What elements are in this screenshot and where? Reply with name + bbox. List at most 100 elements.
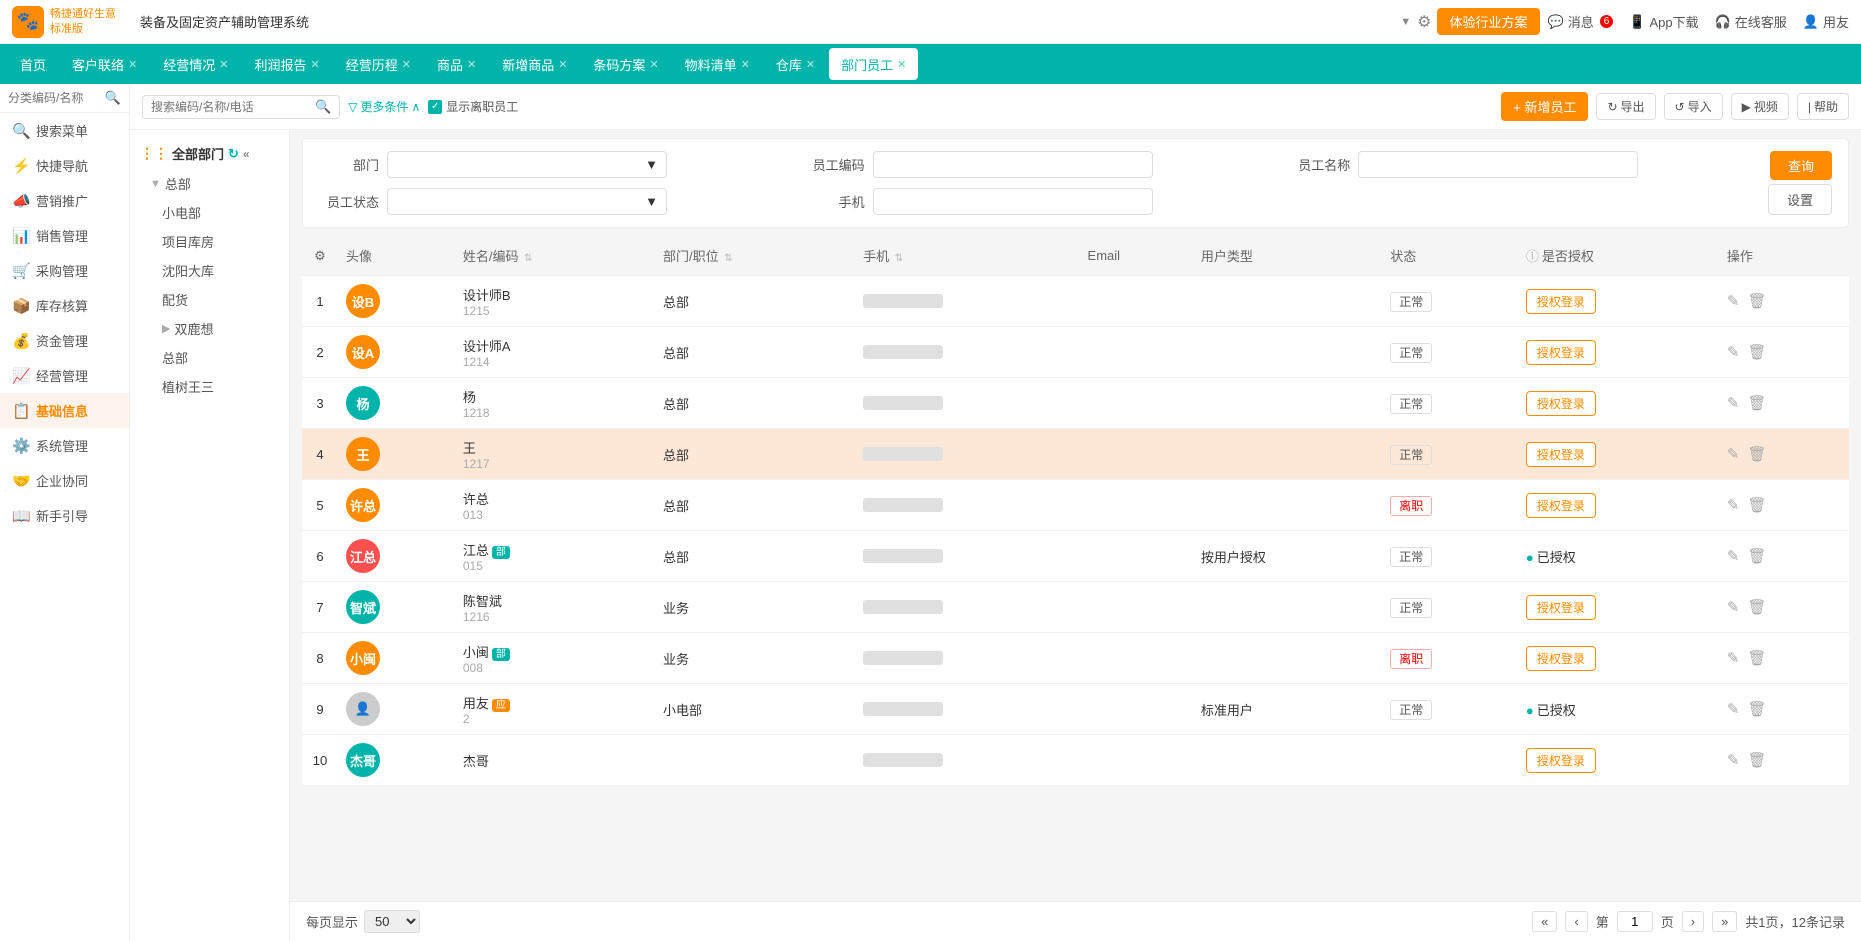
col-name[interactable]: 姓名/编码 ⇅: [455, 236, 655, 276]
edit-icon[interactable]: ✎: [1727, 496, 1740, 514]
nav-tab-home[interactable]: 首页: [8, 48, 58, 80]
delete-icon[interactable]: 🗑: [1748, 700, 1767, 718]
dept-item-headquarters[interactable]: 总部: [130, 343, 289, 372]
delete-icon[interactable]: 🗑: [1748, 394, 1767, 412]
close-icon[interactable]: ✕: [558, 58, 567, 71]
dept-item-distribution[interactable]: 配货: [130, 285, 289, 314]
nav-tab-process[interactable]: 经营历程 ✕: [334, 48, 423, 80]
app-download-item[interactable]: 📱 App下载: [1629, 12, 1698, 31]
authorize-button[interactable]: 授权登录: [1526, 646, 1596, 671]
edit-icon[interactable]: ✎: [1727, 649, 1740, 667]
close-icon[interactable]: ✕: [649, 58, 658, 71]
nav-tab-warehouse[interactable]: 仓库 ✕: [764, 48, 827, 80]
help-button[interactable]: | 帮助: [1797, 93, 1849, 120]
delete-icon[interactable]: 🗑: [1748, 343, 1767, 361]
settings-icon[interactable]: ⚙: [1417, 12, 1431, 32]
authorize-button[interactable]: 授权登录: [1526, 289, 1596, 314]
nav-tab-barcode[interactable]: 条码方案 ✕: [581, 48, 670, 80]
first-page-button[interactable]: «: [1532, 911, 1557, 932]
sidebar-item-inventory[interactable]: 📦 库存核算: [0, 288, 129, 323]
dept-item-shenyang[interactable]: 沈阳大库: [130, 256, 289, 285]
dept-item-project-store[interactable]: 项目库房: [130, 227, 289, 256]
edit-icon[interactable]: ✎: [1727, 292, 1740, 310]
dept-item-zhishu[interactable]: 植树王三: [130, 372, 289, 401]
sidebar-item-guide[interactable]: 📖 新手引导: [0, 498, 129, 533]
filter-phone-input[interactable]: [873, 188, 1153, 215]
export-button[interactable]: ↻ 导出: [1596, 93, 1655, 120]
close-icon[interactable]: ✕: [897, 58, 906, 71]
filter-dept-select[interactable]: ▼: [387, 151, 667, 178]
edit-icon[interactable]: ✎: [1727, 751, 1740, 769]
more-conditions-btn[interactable]: ▽ 更多条件 ∧: [348, 98, 420, 115]
per-page-select[interactable]: 50 100 200: [364, 910, 420, 933]
filter-empcode-input[interactable]: [873, 151, 1153, 178]
col-phone[interactable]: 手机 ⇅: [855, 236, 1079, 276]
user-item[interactable]: 👤 用友: [1803, 12, 1849, 31]
collapse-icon[interactable]: «: [243, 147, 250, 161]
sidebar-item-basic-info[interactable]: 📋 基础信息: [0, 393, 129, 428]
edit-icon[interactable]: ✎: [1727, 700, 1740, 718]
close-icon[interactable]: ✕: [402, 58, 411, 71]
message-item[interactable]: 💬 消息 6: [1548, 12, 1614, 31]
sys-dropdown-arrow[interactable]: ▼: [1400, 16, 1411, 28]
edit-icon[interactable]: ✎: [1727, 394, 1740, 412]
dept-item-small-elec[interactable]: 小电部: [130, 198, 289, 227]
authorize-button[interactable]: 授权登录: [1526, 442, 1596, 467]
filter-search-button[interactable]: 查询: [1770, 151, 1832, 180]
nav-tab-profit[interactable]: 利润报告 ✕: [242, 48, 331, 80]
sidebar-search-input[interactable]: [8, 91, 101, 105]
import-button[interactable]: ↺ 导入: [1664, 93, 1723, 120]
close-icon[interactable]: ✕: [219, 58, 228, 71]
show-resigned-toggle[interactable]: ✓ 显示离职员工: [428, 98, 518, 115]
nav-tab-business[interactable]: 经营情况 ✕: [151, 48, 240, 80]
delete-icon[interactable]: 🗑: [1748, 751, 1767, 769]
delete-icon[interactable]: 🗑: [1748, 292, 1767, 310]
filter-empname-input[interactable]: [1358, 151, 1638, 178]
sidebar-item-sales[interactable]: 📊 销售管理: [0, 218, 129, 253]
search-icon[interactable]: 🔍: [315, 99, 331, 115]
sidebar-search-icon[interactable]: 🔍: [105, 90, 121, 106]
online-service-item[interactable]: 🎧 在线客服: [1715, 12, 1787, 31]
sidebar-item-marketing[interactable]: 📣 营销推广: [0, 183, 129, 218]
dept-item-shuanglu[interactable]: ▶ 双鹿想: [130, 314, 289, 343]
employee-search-input[interactable]: [151, 100, 311, 114]
edit-icon[interactable]: ✎: [1727, 547, 1740, 565]
close-icon[interactable]: ✕: [128, 58, 137, 71]
close-icon[interactable]: ✕: [806, 58, 815, 71]
refresh-icon[interactable]: ↻: [228, 146, 239, 162]
close-icon[interactable]: ✕: [467, 58, 476, 71]
edit-icon[interactable]: ✎: [1727, 343, 1740, 361]
sidebar-item-collab[interactable]: 🤝 企业协同: [0, 463, 129, 498]
authorize-button[interactable]: 授权登录: [1526, 391, 1596, 416]
sidebar-item-quicknav[interactable]: ⚡ 快捷导航: [0, 148, 129, 183]
sidebar-item-system[interactable]: ⚙️ 系统管理: [0, 428, 129, 463]
sidebar-item-search[interactable]: 🔍 搜索菜单: [0, 113, 129, 148]
delete-icon[interactable]: 🗑: [1748, 598, 1767, 616]
next-page-button[interactable]: ›: [1682, 911, 1704, 932]
authorize-button[interactable]: 授权登录: [1526, 595, 1596, 620]
filter-reset-button[interactable]: 设置: [1768, 184, 1832, 215]
info-icon[interactable]: ⓘ: [1526, 249, 1539, 264]
nav-tab-department[interactable]: 部门员工 ✕: [829, 48, 918, 80]
authorize-button[interactable]: 授权登录: [1526, 340, 1596, 365]
close-icon[interactable]: ✕: [311, 58, 320, 71]
view-button[interactable]: ▶ 视频: [1731, 93, 1789, 120]
filter-status-select[interactable]: ▼: [387, 188, 667, 215]
nav-tab-add-goods[interactable]: 新增商品 ✕: [490, 48, 579, 80]
col-dept[interactable]: 部门/职位 ⇅: [655, 236, 855, 276]
col-settings[interactable]: ⚙: [302, 236, 338, 276]
delete-icon[interactable]: 🗑: [1748, 649, 1767, 667]
close-icon[interactable]: ✕: [741, 58, 750, 71]
authorize-button[interactable]: 授权登录: [1526, 748, 1596, 773]
dept-item-general[interactable]: ▼ 总部: [130, 169, 289, 198]
edit-icon[interactable]: ✎: [1727, 598, 1740, 616]
nav-tab-goods[interactable]: 商品 ✕: [425, 48, 488, 80]
nav-tab-customer[interactable]: 客户联络 ✕: [60, 48, 149, 80]
nav-tab-bom[interactable]: 物料清单 ✕: [673, 48, 762, 80]
edit-icon[interactable]: ✎: [1727, 445, 1740, 463]
last-page-button[interactable]: »: [1712, 911, 1737, 932]
sidebar-item-finance[interactable]: 💰 资金管理: [0, 323, 129, 358]
prev-page-button[interactable]: ‹: [1565, 911, 1587, 932]
delete-icon[interactable]: 🗑: [1748, 445, 1767, 463]
add-employee-button[interactable]: + 新增员工: [1501, 92, 1588, 121]
